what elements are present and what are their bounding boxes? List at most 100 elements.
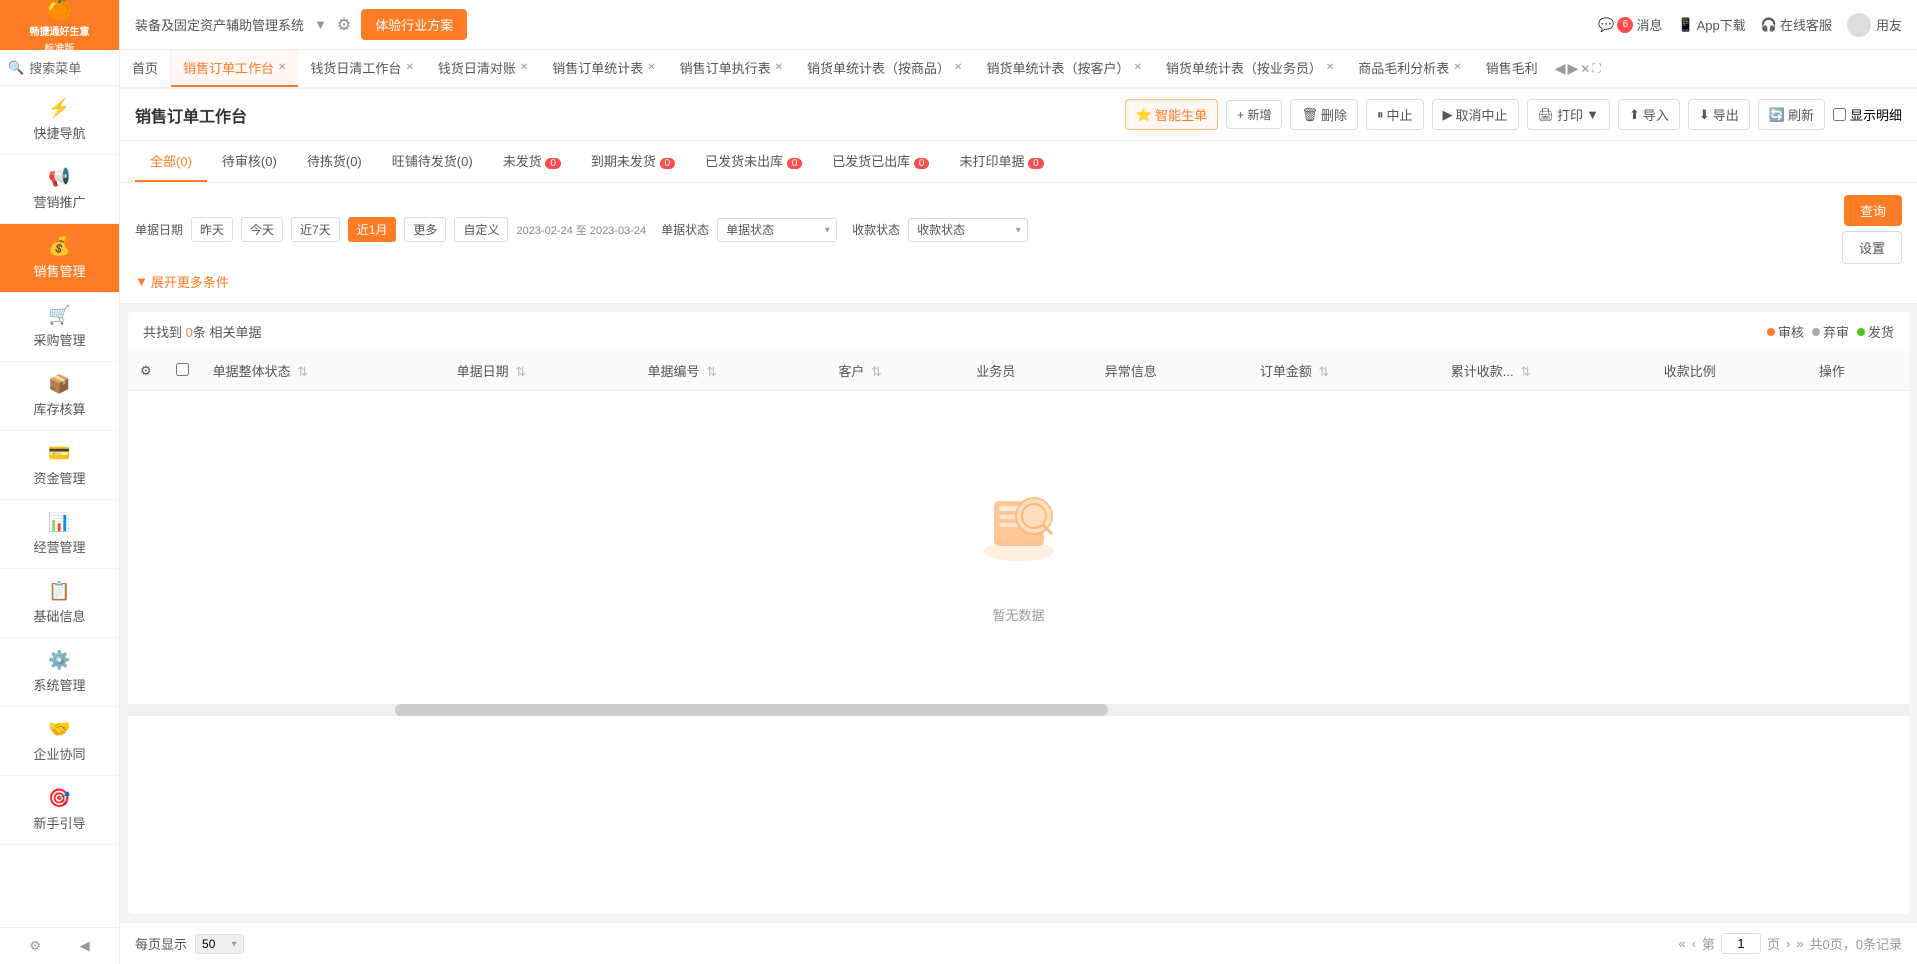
date-btn-today[interactable]: 今天 [241, 217, 283, 242]
sidebar-item-operations[interactable]: 📊 经营管理 [0, 500, 119, 569]
filter-tab-shipped-out[interactable]: 已发货已出库 0 [817, 141, 944, 182]
tab-sales-order-workbench[interactable]: 销售订单工作台 ✕ [171, 50, 298, 87]
export-btn[interactable]: ⬇ 导出 [1688, 99, 1750, 130]
filter-tab-shipped-not-out[interactable]: 已发货未出库 0 [690, 141, 817, 182]
cancel-review-btn[interactable]: 弃审 [1812, 322, 1849, 341]
date-btn-7days[interactable]: 近7天 [291, 217, 340, 242]
sidebar-item-purchase[interactable]: 🛒 采购管理 [0, 293, 119, 362]
scroll-thumb[interactable] [395, 704, 1107, 716]
tab-close-icon[interactable]: ✕ [1133, 62, 1141, 73]
sidebar-search[interactable]: 🔍 搜索菜单 [0, 50, 119, 86]
date-btn-custom[interactable]: 自定义 [454, 217, 508, 242]
filter-tab-pending-check[interactable]: 待拣货(0) [292, 141, 377, 182]
app-name: 畅捷通好生意 [30, 23, 90, 38]
prev-page-btn[interactable]: ‹ [1692, 936, 1696, 951]
select-all-checkbox[interactable] [176, 363, 189, 376]
sidebar-item-quick-nav[interactable]: ⚡ 快捷导航 [0, 86, 119, 155]
date-btn-more[interactable]: 更多 [404, 217, 446, 242]
dropdown-icon[interactable]: ▼ [314, 17, 327, 32]
date-btn-1month[interactable]: 近1月 [348, 217, 397, 242]
app-download-btn[interactable]: 📱 App下载 [1677, 15, 1745, 34]
query-btn[interactable]: 查询 [1844, 195, 1902, 226]
tab-sales-stats-product[interactable]: 销货单统计表（按商品） ✕ [795, 50, 974, 87]
sidebar-item-inventory[interactable]: 📦 库存核算 [0, 362, 119, 431]
print-btn[interactable]: 🖨 打印 ▼ [1527, 99, 1610, 130]
tab-product-margin[interactable]: 商品毛利分析表 ✕ [1346, 50, 1473, 87]
sidebar-item-system[interactable]: ⚙️ 系统管理 [0, 638, 119, 707]
horizontal-scrollbar[interactable] [128, 704, 1909, 716]
tab-nav-next[interactable]: ▶ [1567, 60, 1578, 77]
ship-btn[interactable]: 发货 [1857, 322, 1894, 341]
sort-icon[interactable]: ⇅ [871, 364, 882, 379]
payment-select[interactable]: 收款状态 [908, 218, 1028, 242]
user-avatar[interactable]: 用友 [1847, 13, 1902, 37]
column-settings-icon[interactable]: ⚙ [140, 363, 152, 378]
date-btn-yesterday[interactable]: 昨天 [191, 217, 233, 242]
suspend-btn[interactable]: ⏸ 中止 [1366, 99, 1424, 130]
sidebar-item-base-info[interactable]: 📋 基础信息 [0, 569, 119, 638]
last-page-btn[interactable]: » [1796, 936, 1803, 951]
tab-sales-profit[interactable]: 销售毛利 [1474, 50, 1550, 87]
sidebar-item-guide[interactable]: 🎯 新手引导 [0, 776, 119, 845]
filter-tab-expired[interactable]: 到期未发货 0 [576, 141, 690, 182]
tab-sales-order-stats[interactable]: 销售订单统计表 ✕ [540, 50, 667, 87]
filter-tab-all[interactable]: 全部(0) [135, 141, 207, 182]
tab-nav-prev[interactable]: ◀ [1555, 60, 1566, 77]
empty-illustration [969, 471, 1069, 590]
sort-icon[interactable]: ⇅ [515, 364, 526, 379]
sidebar-item-marketing[interactable]: 📢 营销推广 [0, 155, 119, 224]
collapse-icon[interactable]: ◀ [80, 938, 90, 954]
filter-tab-wangpu[interactable]: 旺铺待发货(0) [377, 141, 488, 182]
smart-create-btn[interactable]: ⭐ 智能生单 [1125, 99, 1218, 130]
tab-sales-order-exec[interactable]: 销售订单执行表 ✕ [668, 50, 795, 87]
tab-close-icon[interactable]: ✕ [520, 62, 528, 73]
sort-icon[interactable]: ⇅ [706, 364, 717, 379]
topbar: 装备及固定资产辅助管理系统 ▼ ⚙ 体验行业方案 💬 6 消息 📱 App下载 … [120, 0, 1917, 50]
filter-tab-not-shipped[interactable]: 未发货 0 [488, 141, 576, 182]
online-service-btn[interactable]: 🎧 在线客服 [1761, 15, 1832, 34]
sort-icon[interactable]: ⇅ [297, 364, 308, 379]
sidebar-item-enterprise[interactable]: 🤝 企业协同 [0, 707, 119, 776]
settings-btn[interactable]: 设置 [1842, 231, 1902, 264]
settings-gear-icon[interactable]: ⚙ [337, 15, 351, 35]
tab-close-icon[interactable]: ✕ [278, 62, 286, 73]
filter-tab-pending-review[interactable]: 待审核(0) [207, 141, 292, 182]
tab-close-icon[interactable]: ✕ [775, 62, 783, 73]
tab-close-icon[interactable]: ✕ [1453, 62, 1461, 73]
enterprise-icon: 🤝 [48, 719, 70, 740]
tab-close-icon[interactable]: ✕ [405, 62, 413, 73]
delete-label: 删除 [1321, 105, 1347, 124]
cancel-suspend-btn[interactable]: ▶ 取消中止 [1432, 99, 1519, 130]
review-btn[interactable]: 审核 [1767, 322, 1804, 341]
sidebar-item-sales[interactable]: 💰 销售管理 [0, 224, 119, 293]
page-input[interactable] [1721, 933, 1761, 954]
expand-btn[interactable]: ▼ 展开更多条件 [135, 272, 1902, 291]
sort-icon[interactable]: ⇅ [1319, 364, 1330, 379]
settings-icon[interactable]: ⚙ [29, 938, 41, 954]
tab-home[interactable]: 首页 [120, 50, 171, 87]
tab-close-icon[interactable]: ✕ [647, 62, 655, 73]
show-detail-toggle[interactable]: 显示明细 [1833, 105, 1902, 124]
add-btn[interactable]: + 新增 [1226, 100, 1282, 129]
refresh-btn[interactable]: 🔄 刷新 [1758, 99, 1825, 130]
sort-icon[interactable]: ⇅ [1520, 364, 1531, 379]
show-detail-checkbox[interactable] [1833, 108, 1846, 121]
tab-close-all[interactable]: ✕ [1580, 62, 1590, 76]
filter-tab-not-printed[interactable]: 未打印单据 0 [944, 141, 1058, 182]
tab-cash-reconcile[interactable]: 钱货日清对账 ✕ [426, 50, 540, 87]
experience-btn[interactable]: 体验行业方案 [361, 9, 467, 40]
sidebar-item-finance[interactable]: 💳 资金管理 [0, 431, 119, 500]
tab-cash-daily[interactable]: 钱货日清工作台 ✕ [298, 50, 425, 87]
first-page-btn[interactable]: « [1678, 936, 1685, 951]
tab-sales-stats-staff[interactable]: 销货单统计表（按业务员） ✕ [1154, 50, 1346, 87]
import-btn[interactable]: ⬆ 导入 [1618, 99, 1680, 130]
tab-maximize[interactable]: ⛶ [1592, 61, 1600, 76]
tab-close-icon[interactable]: ✕ [954, 62, 962, 73]
delete-btn[interactable]: 🗑 删除 [1290, 99, 1358, 130]
page-size-select[interactable]: 10 20 50 100 [195, 934, 244, 954]
next-page-btn[interactable]: › [1786, 936, 1790, 951]
tab-close-icon[interactable]: ✕ [1326, 62, 1334, 73]
status-select[interactable]: 单据状态 [717, 218, 837, 242]
message-btn[interactable]: 💬 6 消息 [1598, 15, 1662, 34]
tab-sales-stats-customer[interactable]: 销货单统计表（按客户） ✕ [974, 50, 1153, 87]
